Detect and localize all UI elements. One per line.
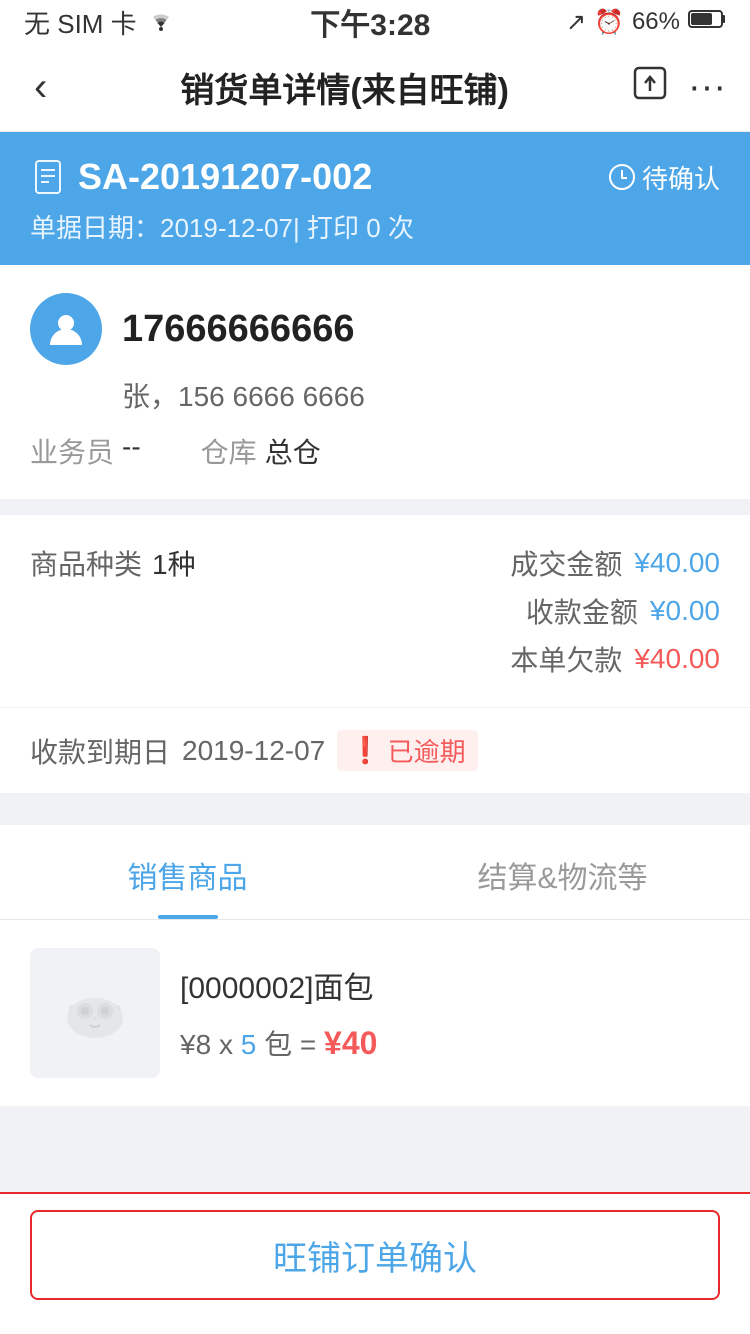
tabs: 销售商品 结算&物流等	[0, 825, 750, 920]
customer-phone: 17666666666	[122, 308, 354, 351]
status-left: 无 SIM 卡	[24, 4, 175, 41]
divider-1	[0, 499, 750, 515]
order-status: 待确认	[608, 159, 720, 196]
overdue-text: 已逾期	[388, 732, 466, 769]
payment-due: 收款到期日 2019-12-07 ❗ 已逾期	[0, 707, 750, 793]
battery-text: 66%	[632, 8, 680, 36]
payment-due-label: 收款到期日	[30, 731, 170, 771]
deal-amount-line: 成交金额 ¥40.00	[510, 543, 720, 583]
avatar	[30, 293, 102, 365]
product-info: [0000002]面包 ¥8 x 5 包 = ¥40	[180, 948, 720, 1078]
nav-right-actions: ···	[632, 65, 726, 111]
customer-meta: 业务员 -- 仓库 总仓	[30, 431, 720, 471]
nav-title: 销货单详情(来自旺铺)	[57, 63, 632, 112]
warehouse-label: 仓库	[201, 431, 257, 471]
product-item: [0000002]面包 ¥8 x 5 包 = ¥40	[0, 920, 750, 1107]
alarm-icon: ⏰	[594, 8, 624, 37]
tab-settlement-logistics[interactable]: 结算&物流等	[375, 825, 750, 919]
warehouse-item: 仓库 总仓	[201, 431, 321, 471]
header-card: SA-20191207-002 待确认 单据日期：2019-12-07| 打印 …	[0, 132, 750, 265]
divider-2	[0, 793, 750, 809]
location-icon: ↗	[566, 8, 586, 37]
salesperson-label: 业务员	[30, 431, 114, 471]
product-image	[30, 948, 160, 1078]
product-type: 商品种类 1种	[30, 543, 490, 583]
customer-name: 张，156 6666 6666	[30, 375, 720, 415]
tab-sales-products[interactable]: 销售商品	[0, 825, 375, 919]
balance-line: 本单欠款 ¥40.00	[510, 639, 720, 679]
summary-section: 商品种类 1种 成交金额 ¥40.00 收款金额 ¥0.00 本单欠款 ¥40.…	[0, 515, 750, 707]
customer-section: 17666666666 张，156 6666 6666 业务员 -- 仓库 总仓	[0, 265, 750, 499]
salesperson-item: 业务员 --	[30, 431, 141, 471]
share-icon[interactable]	[632, 65, 668, 111]
product-name: [0000002]面包	[180, 963, 720, 1007]
status-right: ↗ ⏰ 66%	[566, 8, 726, 37]
warehouse-value: 总仓	[265, 431, 321, 471]
product-price-row: ¥8 x 5 包 = ¥40	[180, 1023, 720, 1063]
carrier-text: 无 SIM 卡	[24, 4, 137, 41]
status-bar: 无 SIM 卡 下午3:28 ↗ ⏰ 66%	[0, 0, 750, 44]
bottom-bar: 旺铺订单确认	[0, 1192, 750, 1334]
status-time: 下午3:28	[310, 0, 430, 44]
salesperson-value: --	[122, 431, 141, 471]
order-id: SA-20191207-002	[30, 156, 372, 198]
back-button[interactable]: ‹	[24, 55, 57, 120]
wifi-icon	[147, 7, 175, 38]
receipt-amount-line: 收款金额 ¥0.00	[526, 591, 720, 631]
nav-bar: ‹ 销货单详情(来自旺铺) ···	[0, 44, 750, 132]
more-icon[interactable]: ···	[688, 66, 726, 109]
payment-due-date: 2019-12-07	[182, 735, 325, 767]
product-list: [0000002]面包 ¥8 x 5 包 = ¥40	[0, 920, 750, 1107]
overdue-icon: ❗	[349, 735, 381, 766]
order-date: 单据日期：2019-12-07| 打印 0 次	[30, 208, 720, 245]
battery-icon	[688, 8, 726, 36]
confirm-order-button[interactable]: 旺铺订单确认	[30, 1210, 720, 1300]
amounts: 成交金额 ¥40.00 收款金额 ¥0.00 本单欠款 ¥40.00	[510, 543, 720, 679]
overdue-badge: ❗ 已逾期	[337, 730, 477, 771]
